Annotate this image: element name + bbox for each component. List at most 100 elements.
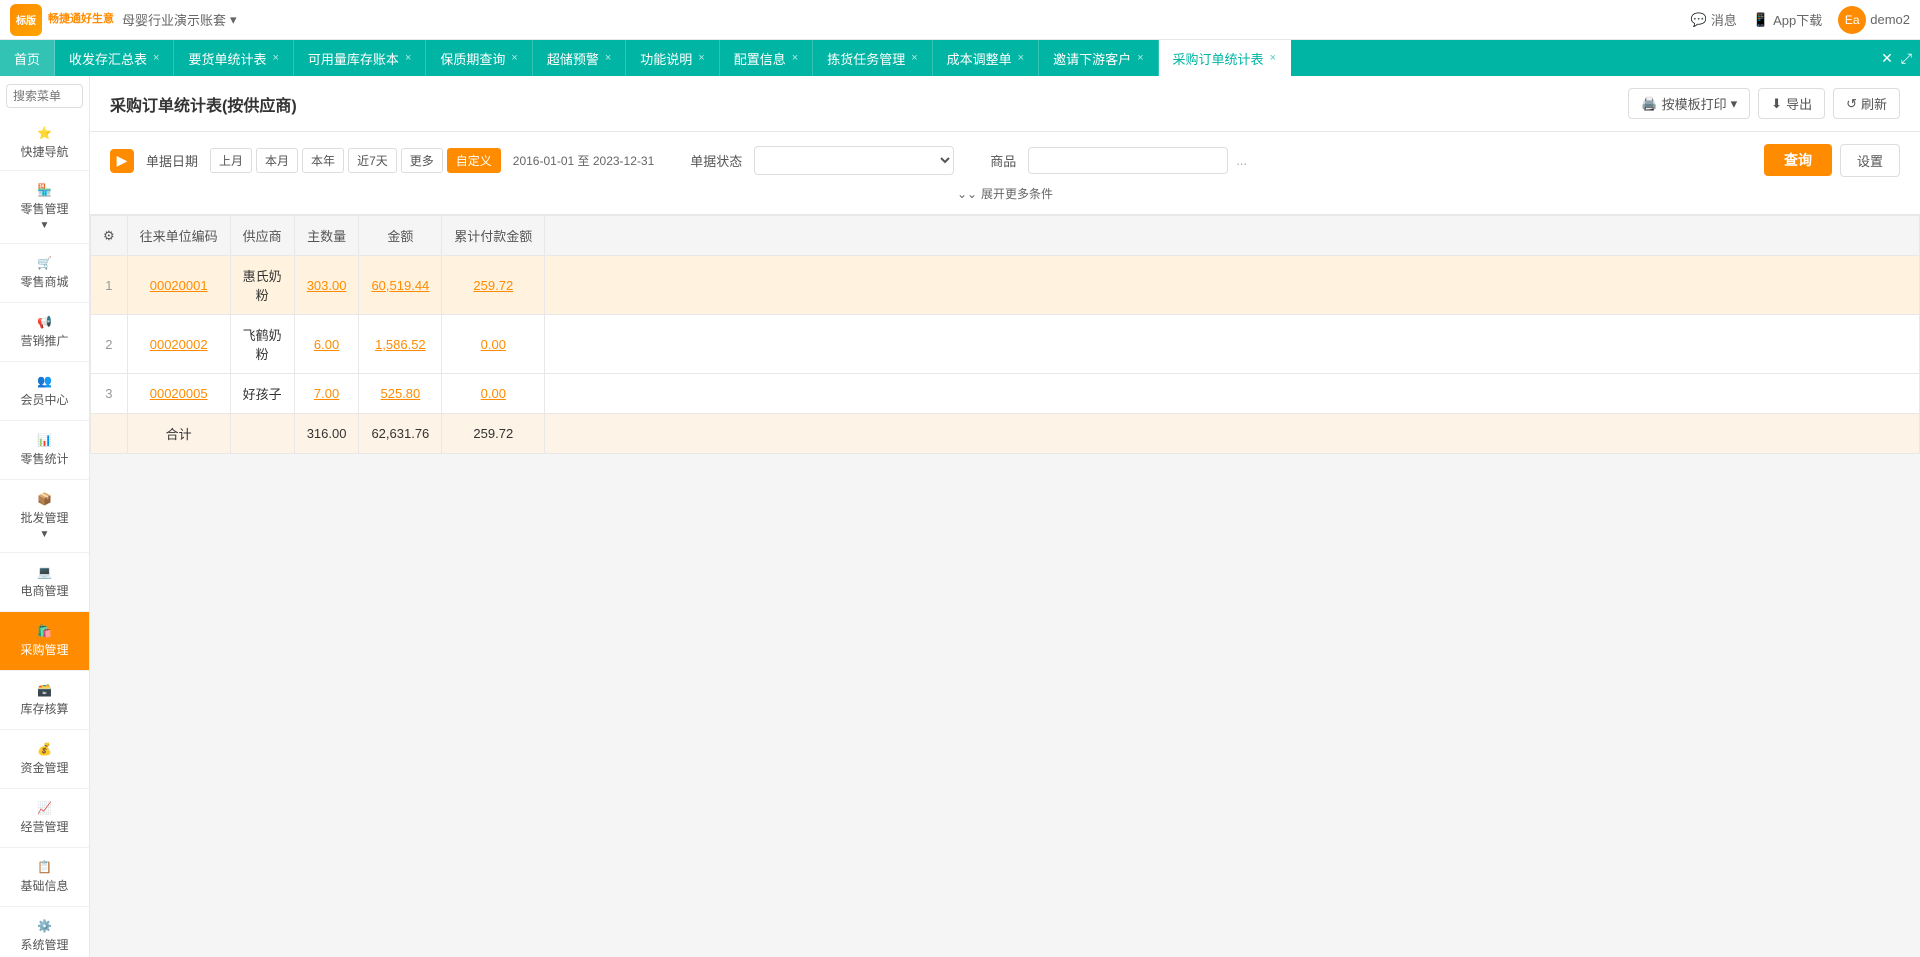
date-tab-last-month[interactable]: 上月 xyxy=(210,148,252,173)
th-code: 往来单位编码 xyxy=(127,216,230,256)
th-quantity: 主数量 xyxy=(294,216,359,256)
date-tab-custom[interactable]: 自定义 xyxy=(447,148,501,173)
tab-receive-summary-close[interactable]: × xyxy=(153,52,159,64)
cell-supplier: 惠氏奶粉 xyxy=(230,256,294,315)
filter-row-1: ▶ 单据日期 上月 本月 本年 近7天 更多 自定义 2016-01-01 至 … xyxy=(110,144,1900,177)
tab-purchase-summary-close[interactable]: × xyxy=(1270,52,1276,64)
goods-input[interactable] xyxy=(1028,147,1228,174)
tab-cost-adjust[interactable]: 成本调整单 × xyxy=(933,40,1039,76)
tab-invite-downstream-close[interactable]: × xyxy=(1137,52,1143,64)
tab-config-info-close[interactable]: × xyxy=(792,52,798,64)
nav-tabs: 首页 收发存汇总表 × 要货单统计表 × 可用量库存账本 × 保质期查询 × 超… xyxy=(0,40,1920,76)
search-input[interactable] xyxy=(6,84,83,108)
tab-expiry-query[interactable]: 保质期查询 × xyxy=(426,40,532,76)
export-button[interactable]: ⬇ 导出 xyxy=(1758,88,1825,119)
date-tab-more[interactable]: 更多 xyxy=(401,148,443,173)
purchase-icon: 🛍️ xyxy=(37,624,52,638)
cell-quantity[interactable]: 7.00 xyxy=(294,374,359,414)
tab-available-inventory-close[interactable]: × xyxy=(405,52,411,64)
footer-quantity: 316.00 xyxy=(294,414,359,454)
cell-amount[interactable]: 60,519.44 xyxy=(359,256,442,315)
tab-order-summary-close[interactable]: × xyxy=(272,52,278,64)
date-tab-7days[interactable]: 近7天 xyxy=(348,148,397,173)
retail-stat-label: 零售统计 xyxy=(20,450,68,467)
tab-function-desc[interactable]: 功能说明 × xyxy=(626,40,719,76)
tab-expiry-query-close[interactable]: × xyxy=(511,52,517,64)
message-btn[interactable]: 💬 消息 xyxy=(1691,10,1737,29)
sidebar-item-member[interactable]: 👥 会员中心 xyxy=(0,362,89,421)
tab-overstock-warning-close[interactable]: × xyxy=(605,52,611,64)
th-empty xyxy=(545,216,1920,256)
tab-invite-downstream[interactable]: 邀请下游客户 × xyxy=(1039,40,1158,76)
footer-empty2 xyxy=(230,414,294,454)
sidebar-item-inventory[interactable]: 🗃️ 库存核算 xyxy=(0,671,89,730)
sidebar-item-retail-store[interactable]: 🛒 零售商城 xyxy=(0,244,89,303)
sidebar-item-finance[interactable]: 💰 资金管理 xyxy=(0,730,89,789)
cell-quantity[interactable]: 303.00 xyxy=(294,256,359,315)
dropdown-icon[interactable]: ▾ xyxy=(230,12,237,28)
tab-order-summary[interactable]: 要货单统计表 × xyxy=(174,40,293,76)
tab-close-all-icon[interactable]: ✕ xyxy=(1881,50,1893,67)
tab-actions: ✕ ⤢ xyxy=(1873,40,1920,76)
tab-pick-task-close[interactable]: × xyxy=(911,52,917,64)
cell-paid-amount[interactable]: 0.00 xyxy=(442,315,545,374)
print-button[interactable]: 🖨️ 按模板打印 ▾ xyxy=(1628,88,1750,119)
cell-code[interactable]: 00020005 xyxy=(127,374,230,414)
wholesale-label: 批发管理 xyxy=(20,509,68,526)
sidebar-item-operation[interactable]: 📈 经营管理 xyxy=(0,789,89,848)
settings-button[interactable]: 设置 xyxy=(1840,144,1900,177)
tab-home[interactable]: 首页 xyxy=(0,40,55,76)
goods-more-btn[interactable]: ... xyxy=(1236,153,1247,168)
tab-config-info[interactable]: 配置信息 × xyxy=(720,40,813,76)
cell-amount[interactable]: 525.80 xyxy=(359,374,442,414)
cell-num: 3 xyxy=(91,374,128,414)
tab-receive-summary[interactable]: 收发存汇总表 × xyxy=(55,40,174,76)
date-tabs: 上月 本月 本年 近7天 更多 自定义 xyxy=(210,148,501,173)
sidebar-item-zero-retail[interactable]: 🏪 零售管理 ▼ xyxy=(0,171,89,244)
sidebar-item-basic[interactable]: 📋 基础信息 xyxy=(0,848,89,907)
sidebar-item-marketing[interactable]: 📢 营销推广 xyxy=(0,303,89,362)
cell-supplier: 飞鹤奶粉 xyxy=(230,315,294,374)
cell-paid-amount[interactable]: 259.72 xyxy=(442,256,545,315)
sidebar-item-system[interactable]: ⚙️ 系统管理 xyxy=(0,907,89,957)
status-label: 单据状态 xyxy=(690,151,742,170)
sidebar-item-ecommerce[interactable]: 💻 电商管理 xyxy=(0,553,89,612)
tab-expand-icon[interactable]: ⤢ xyxy=(1901,50,1912,67)
cell-code[interactable]: 00020001 xyxy=(127,256,230,315)
tab-purchase-summary[interactable]: 采购订单统计表 × xyxy=(1159,40,1291,76)
tab-overstock-warning[interactable]: 超储预警 × xyxy=(533,40,626,76)
tab-function-desc-close[interactable]: × xyxy=(698,52,704,64)
print-dropdown-icon[interactable]: ▾ xyxy=(1731,96,1738,112)
th-paid-amount: 累计付款金额 xyxy=(442,216,545,256)
sidebar-item-retail-stat[interactable]: 📊 零售统计 xyxy=(0,421,89,480)
app-download-btn[interactable]: 📱 App下载 xyxy=(1753,10,1822,29)
operation-label: 经营管理 xyxy=(20,818,68,835)
cell-code[interactable]: 00020002 xyxy=(127,315,230,374)
cell-paid-amount[interactable]: 0.00 xyxy=(442,374,545,414)
sidebar-item-shortcut[interactable]: ⭐ 快捷导航 xyxy=(0,116,89,171)
refresh-button[interactable]: ↺ 刷新 xyxy=(1833,88,1900,119)
user-area[interactable]: Ea demo2 xyxy=(1838,6,1910,34)
tab-pick-task[interactable]: 拣货任务管理 × xyxy=(813,40,932,76)
query-button[interactable]: 查询 xyxy=(1764,144,1832,176)
sidebar-item-wholesale[interactable]: 📦 批发管理 ▼ xyxy=(0,480,89,553)
filter-toggle[interactable]: ▶ xyxy=(110,149,134,173)
workspace-title[interactable]: 母婴行业演示账套 ▾ xyxy=(122,10,237,29)
purchase-label: 采购管理 xyxy=(20,641,68,658)
status-select[interactable] xyxy=(754,146,954,175)
member-label: 会员中心 xyxy=(20,391,68,408)
tab-available-inventory[interactable]: 可用量库存账本 × xyxy=(294,40,426,76)
footer-paid-amount: 259.72 xyxy=(442,414,545,454)
date-tab-this-year[interactable]: 本年 xyxy=(302,148,344,173)
sidebar-item-purchase[interactable]: 🛍️ 采购管理 xyxy=(0,612,89,671)
tab-cost-adjust-close[interactable]: × xyxy=(1018,52,1024,64)
expand-button[interactable]: ⌄⌄ 展开更多条件 xyxy=(957,185,1053,202)
app-logo: 标版 xyxy=(10,4,42,36)
gear-settings-icon[interactable]: ⚙ xyxy=(103,228,115,243)
operation-icon: 📈 xyxy=(37,801,52,815)
cell-amount[interactable]: 1,586.52 xyxy=(359,315,442,374)
footer-empty3 xyxy=(545,414,1920,454)
cell-quantity[interactable]: 6.00 xyxy=(294,315,359,374)
th-checkbox: ⚙ xyxy=(91,216,128,256)
date-tab-this-month[interactable]: 本月 xyxy=(256,148,298,173)
